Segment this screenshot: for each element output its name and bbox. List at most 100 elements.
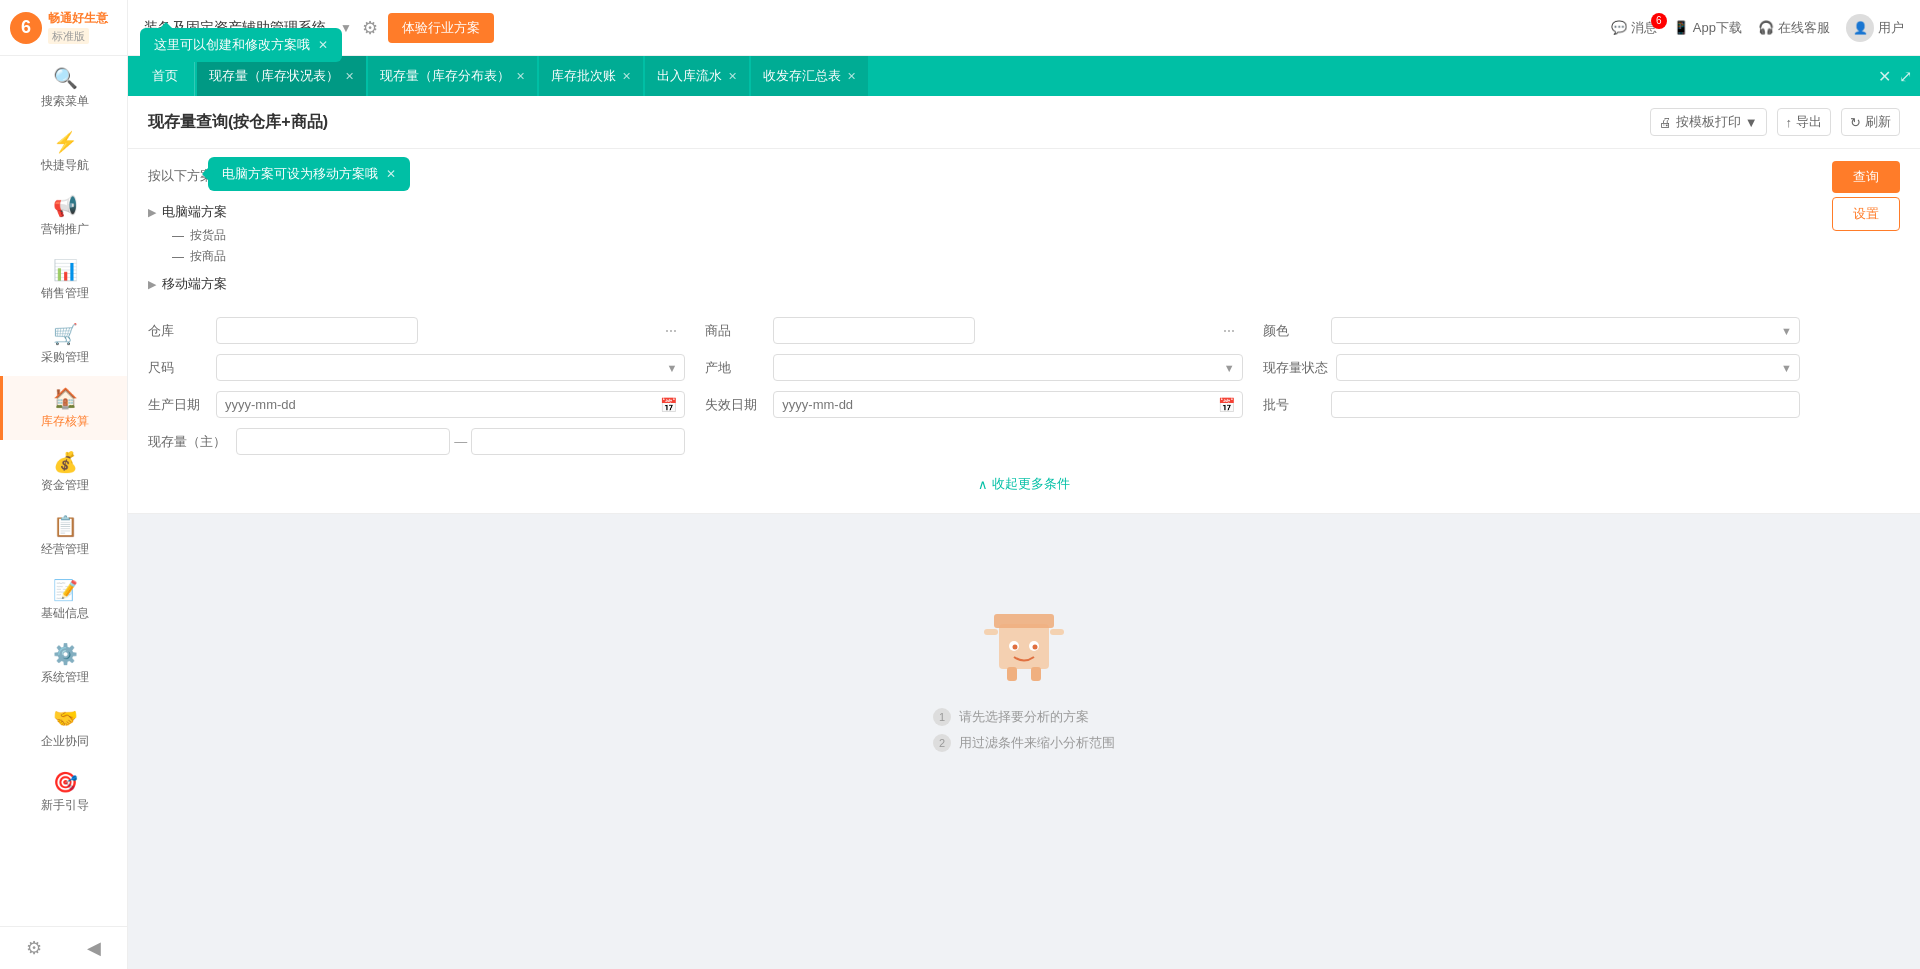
- gear-icon[interactable]: ⚙: [362, 17, 378, 39]
- sidebar-item-system[interactable]: ⚙️ 系统管理: [0, 632, 127, 696]
- stock-main-label: 现存量（主）: [148, 433, 228, 451]
- export-button[interactable]: ↑ 导出: [1777, 108, 1832, 136]
- filter-row-color: 颜色 ▼: [1263, 317, 1800, 344]
- sidebar-item-guide[interactable]: 🎯 新手引导: [0, 760, 127, 824]
- sidebar-item-nav[interactable]: ⚡ 快捷导航: [0, 120, 127, 184]
- sidebar-nav: 🔍 搜索菜单 ⚡ 快捷导航 📢 营销推广 📊 销售管理 🛒 采购管理 🏠 库存核…: [0, 56, 127, 926]
- production-date-input[interactable]: [216, 391, 685, 418]
- service-item[interactable]: 🎧 在线客服: [1758, 19, 1830, 37]
- export-icon: ↑: [1786, 115, 1793, 130]
- stock-main-max-input[interactable]: [471, 428, 685, 455]
- filter-row-production-date: 生产日期 📅: [148, 391, 685, 418]
- empty-area: 1 请先选择要分析的方案 2 用过滤条件来缩小分析范围: [128, 514, 1920, 836]
- tab-stock-dist[interactable]: 现存量（库存分布表） ✕: [368, 56, 537, 96]
- collapse-button[interactable]: ∧ 收起更多条件: [978, 475, 1070, 493]
- warehouse-input[interactable]: [216, 317, 418, 344]
- tooltip-scheme: 电脑方案可设为移动方案哦 ✕: [208, 157, 410, 191]
- tab-home[interactable]: 首页: [136, 56, 195, 96]
- sidebar-item-stock[interactable]: 🏠 库存核算: [0, 376, 127, 440]
- print-icon: 🖨: [1659, 115, 1672, 130]
- sidebar-item-basic[interactable]: 📝 基础信息: [0, 568, 127, 632]
- scheme-tree-mobile[interactable]: ▶ 移动端方案: [148, 271, 1900, 297]
- filter-row-size: 尺码 ▼: [148, 354, 685, 381]
- size-label: 尺码: [148, 359, 208, 377]
- tooltip-scheme-text: 电脑方案可设为移动方案哦: [222, 165, 378, 183]
- goods-input[interactable]: [773, 317, 975, 344]
- expand-mobile-icon: ▶: [148, 278, 156, 291]
- tab-stock-status[interactable]: 现存量（库存状况表） ✕: [197, 56, 366, 96]
- sidebar-item-operation[interactable]: 📋 经营管理: [0, 504, 127, 568]
- tab-close-summary[interactable]: ✕: [847, 70, 856, 83]
- filter-section: 按以下方案查询 + ↻ « 电脑方案可设为移动方案哦 ✕ 查询 设置: [128, 149, 1920, 514]
- refresh-button[interactable]: ↻ 刷新: [1841, 108, 1900, 136]
- color-select[interactable]: [1331, 317, 1800, 344]
- batch-label: 批号: [1263, 396, 1323, 414]
- marketing-icon: 📢: [53, 194, 78, 218]
- svg-rect-0: [999, 624, 1049, 669]
- trial-button[interactable]: 体验行业方案: [388, 13, 494, 43]
- sidebar-item-purchase[interactable]: 🛒 采购管理: [0, 312, 127, 376]
- tab-close-stock-batch[interactable]: ✕: [622, 70, 631, 83]
- origin-select[interactable]: [773, 354, 1242, 381]
- batch-input[interactable]: [1331, 391, 1800, 418]
- stock-icon: 🏠: [53, 386, 78, 410]
- svg-rect-6: [984, 629, 998, 635]
- sidebar-item-search[interactable]: 🔍 搜索菜单: [0, 56, 127, 120]
- app-download-item[interactable]: 📱 App下载: [1673, 19, 1742, 37]
- phone-icon: 📱: [1673, 20, 1689, 35]
- settings-button[interactable]: ⚙: [26, 937, 42, 959]
- tab-close-stock-status[interactable]: ✕: [345, 70, 354, 83]
- sidebar-item-sales[interactable]: 📊 销售管理: [0, 248, 127, 312]
- print-button[interactable]: 🖨 按模板打印 ▼: [1650, 108, 1767, 136]
- sidebar-item-marketing[interactable]: 📢 营销推广: [0, 184, 127, 248]
- logo-text: 畅通好生意 标准版: [48, 11, 108, 45]
- tab-stock-batch[interactable]: 库存批次账 ✕: [539, 56, 643, 96]
- tab-close-stock-flow[interactable]: ✕: [728, 70, 737, 83]
- guide-icon: 🎯: [53, 770, 78, 794]
- topbar-right: 💬 6 消息 📱 App下载 🎧 在线客服 👤 用户: [1611, 14, 1904, 42]
- tooltip-scheme-close-button[interactable]: ✕: [386, 167, 396, 181]
- warehouse-label: 仓库: [148, 322, 208, 340]
- service-label: 在线客服: [1778, 19, 1830, 37]
- maximize-button[interactable]: ⤢: [1899, 67, 1912, 86]
- svg-rect-7: [1050, 629, 1064, 635]
- tab-actions: ✕ ⤢: [1878, 67, 1912, 86]
- svg-rect-8: [1007, 667, 1017, 681]
- empty-illustration: [974, 594, 1074, 684]
- collapse-sidebar-button[interactable]: ◀: [87, 937, 101, 959]
- stock-status-select[interactable]: [1336, 354, 1800, 381]
- service-icon: 🎧: [1758, 20, 1774, 35]
- size-select[interactable]: [216, 354, 685, 381]
- stock-main-range: —: [236, 428, 685, 455]
- step-num-1: 1: [933, 708, 951, 726]
- nav-icon: ⚡: [53, 130, 78, 154]
- scheme-child-by-product[interactable]: — 按商品: [172, 246, 1900, 267]
- filter-row-stock-status: 现存量状态 ▼: [1263, 354, 1800, 381]
- scheme-child-by-goods[interactable]: — 按货品: [172, 225, 1900, 246]
- sidebar-item-finance[interactable]: 💰 资金管理: [0, 440, 127, 504]
- svg-rect-1: [994, 614, 1054, 628]
- sidebar-logo: 6 畅通好生意 标准版: [0, 0, 127, 56]
- logo-icon: 6: [10, 12, 42, 44]
- sidebar: 6 畅通好生意 标准版 🔍 搜索菜单 ⚡ 快捷导航 📢 营销推广 📊 销售管理 …: [0, 0, 128, 969]
- operation-icon: 📋: [53, 514, 78, 538]
- pin-dot: [204, 169, 214, 179]
- expand-pc-icon: ▶: [148, 206, 156, 219]
- notification-item[interactable]: 💬 6 消息: [1611, 19, 1657, 37]
- query-button[interactable]: 查询: [1832, 161, 1900, 193]
- expiry-date-input[interactable]: [773, 391, 1242, 418]
- tab-summary[interactable]: 收发存汇总表 ✕: [751, 56, 868, 96]
- reset-button[interactable]: 设置: [1832, 197, 1900, 231]
- notification-badge: 6: [1651, 13, 1667, 29]
- scheme-tree: ▶ 电脑端方案 — 按货品 — 按商品 ▶ 移动端方案: [148, 199, 1900, 297]
- scheme-tree-pc[interactable]: ▶ 电脑端方案: [148, 199, 1900, 225]
- close-all-tabs-button[interactable]: ✕: [1878, 67, 1891, 86]
- stock-main-min-input[interactable]: [236, 428, 450, 455]
- tab-stock-flow[interactable]: 出入库流水 ✕: [645, 56, 749, 96]
- user-item[interactable]: 👤 用户: [1846, 14, 1904, 42]
- tab-close-stock-dist[interactable]: ✕: [516, 70, 525, 83]
- query-buttons: 查询 设置: [1832, 161, 1900, 231]
- range-separator: —: [454, 434, 467, 449]
- sidebar-item-enterprise[interactable]: 🤝 企业协同: [0, 696, 127, 760]
- avatar: 👤: [1846, 14, 1874, 42]
